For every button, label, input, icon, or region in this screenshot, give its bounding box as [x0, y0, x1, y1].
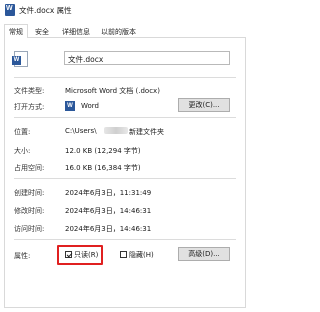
tab-bar: 常规 安全 详细信息 以前的版本: [4, 24, 246, 39]
change-button[interactable]: 更改(C)...: [178, 98, 230, 112]
accessed-label: 访问时间:: [14, 225, 45, 233]
size-value: 12.0 KB (12,294 字节): [65, 147, 141, 155]
word-doc-icon: [5, 4, 15, 16]
disk-size-label: 占用空间:: [14, 164, 45, 172]
tab-details[interactable]: 详细信息: [58, 25, 94, 38]
modified-label: 修改时间:: [14, 207, 45, 215]
location-folder: 新建文件夹: [129, 128, 164, 136]
hidden-checkmark[interactable]: [120, 251, 127, 258]
divider: [14, 178, 236, 179]
hidden-checkbox[interactable]: 隐藏(H): [120, 249, 160, 261]
open-with-value: Word: [81, 102, 99, 110]
redacted-username: [104, 127, 128, 134]
divider: [14, 239, 236, 240]
attributes-label: 属性:: [14, 252, 31, 260]
hidden-label: 隐藏(H): [129, 251, 154, 259]
title-bar: 文件.docx 属性: [0, 0, 250, 20]
created-value: 2024年6月3日，11:31:49: [65, 189, 152, 197]
file-type-label: 文件类型:: [14, 87, 45, 95]
tab-security[interactable]: 安全: [31, 25, 53, 38]
accessed-value: 2024年6月3日，14:46:31: [65, 225, 152, 233]
modified-value: 2024年6月3日，14:46:31: [65, 207, 152, 215]
divider: [14, 77, 236, 78]
disk-size-value: 16.0 KB (16,384 字节): [65, 164, 141, 172]
advanced-button[interactable]: 高级(D)...: [178, 247, 230, 261]
location-prefix: C:\Users\: [65, 127, 97, 135]
general-panel: [4, 38, 246, 308]
created-label: 创建时间:: [14, 189, 45, 197]
tab-general[interactable]: 常规: [4, 24, 28, 39]
file-type-value: Microsoft Word 文档 (.docx): [65, 87, 160, 95]
readonly-highlight: [57, 245, 103, 265]
location-label: 位置:: [14, 128, 31, 136]
open-with-label: 打开方式:: [14, 103, 45, 111]
filename-field[interactable]: 文件.docx: [64, 51, 230, 65]
word-document-icon: W: [12, 51, 28, 67]
tab-previous-versions[interactable]: 以前的版本: [97, 25, 140, 38]
size-label: 大小:: [14, 147, 31, 155]
window-title: 文件.docx 属性: [19, 6, 72, 15]
word-app-icon: W: [65, 101, 75, 111]
divider: [14, 117, 236, 118]
